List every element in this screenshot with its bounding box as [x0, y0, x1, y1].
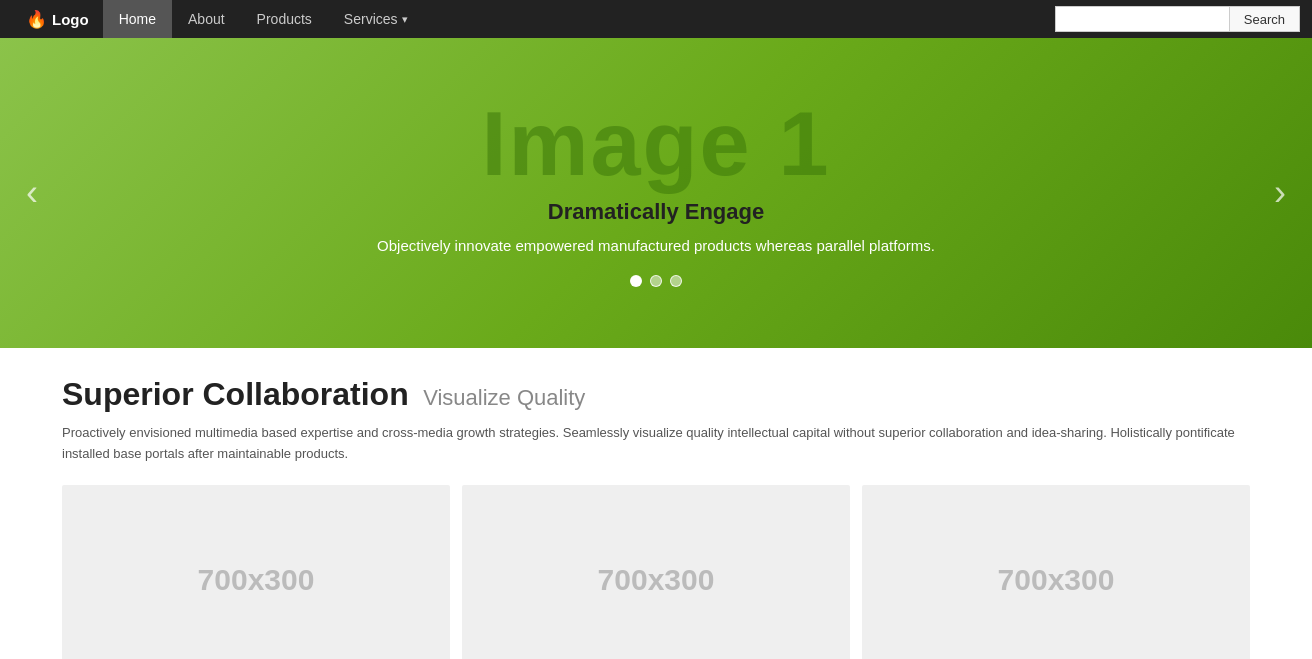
image-dim-label-1: 700x300 [198, 563, 315, 597]
image-row: 700x300 700x300 700x300 [62, 485, 1250, 659]
carousel: ‹ Image 1 Dramatically Engage Objectivel… [0, 38, 1312, 348]
carousel-image-label: Image 1 [377, 99, 935, 189]
carousel-description: Objectively innovate empowered manufactu… [377, 235, 935, 258]
carousel-dot-3[interactable] [670, 275, 682, 287]
nav-item-about[interactable]: About [172, 0, 241, 38]
nav-item-products[interactable]: Products [241, 0, 328, 38]
carousel-prev-button[interactable]: ‹ [8, 162, 56, 224]
nav-logo[interactable]: 🔥 Logo [12, 0, 103, 38]
image-placeholder-3: 700x300 [862, 485, 1250, 659]
flame-icon: 🔥 [26, 9, 47, 30]
image-placeholder-2: 700x300 [462, 485, 850, 659]
carousel-title: Dramatically Engage [377, 199, 935, 225]
carousel-content: Image 1 Dramatically Engage Objectively … [377, 99, 935, 288]
carousel-next-button[interactable]: › [1256, 162, 1304, 224]
section-heading: Superior Collaboration [62, 376, 409, 412]
main-content: Superior Collaboration Visualize Quality… [46, 348, 1266, 659]
nav-links: Home About Products Services [103, 0, 424, 38]
search-button[interactable]: Search [1230, 6, 1300, 32]
carousel-dot-1[interactable] [630, 275, 642, 287]
image-dim-label-2: 700x300 [598, 563, 715, 597]
carousel-indicators [377, 275, 935, 287]
nav-item-home[interactable]: Home [103, 0, 172, 38]
search-input[interactable] [1055, 6, 1230, 32]
nav-search: Search [1055, 6, 1300, 32]
carousel-dot-2[interactable] [650, 275, 662, 287]
section-subtitle: Visualize Quality [423, 385, 585, 410]
navbar: 🔥 Logo Home About Products Services Sear… [0, 0, 1312, 38]
logo-text: Logo [52, 11, 89, 28]
image-placeholder-1: 700x300 [62, 485, 450, 659]
section-header: Superior Collaboration Visualize Quality [62, 376, 1250, 413]
section-description: Proactively envisioned multimedia based … [62, 423, 1242, 465]
nav-item-services[interactable]: Services [328, 0, 424, 38]
image-dim-label-3: 700x300 [998, 563, 1115, 597]
